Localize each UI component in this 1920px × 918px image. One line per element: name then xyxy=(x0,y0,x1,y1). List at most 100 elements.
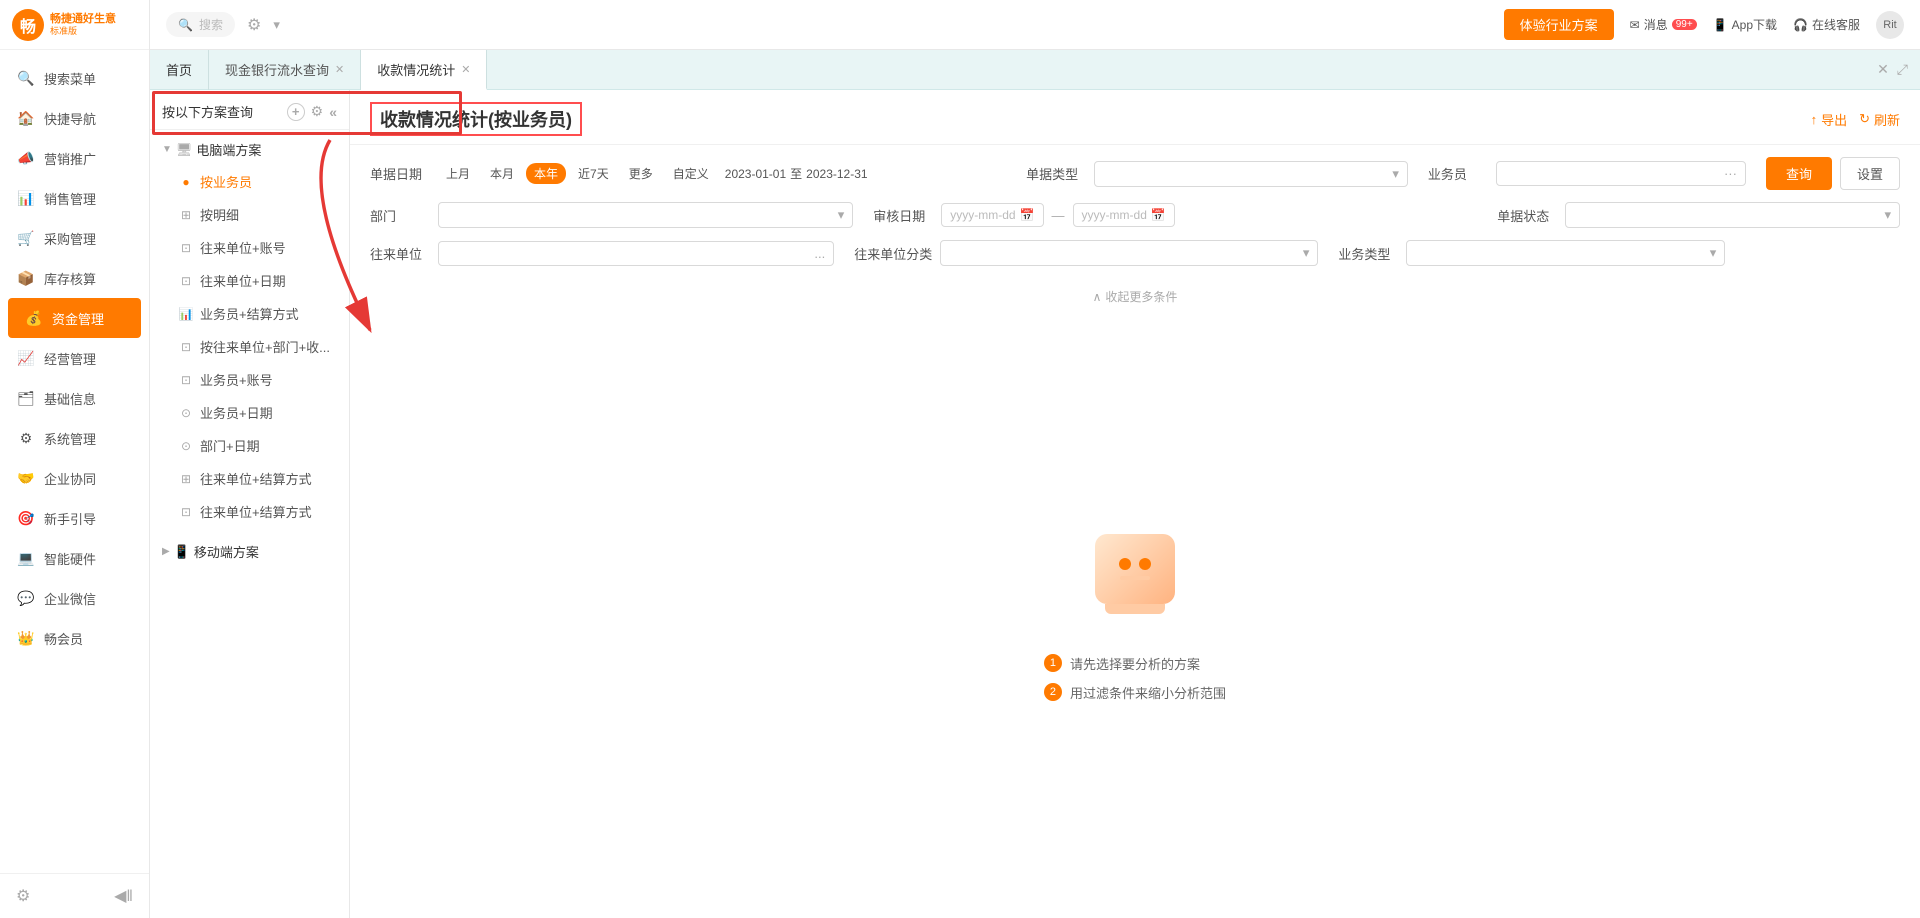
settings-button[interactable]: 设置 xyxy=(1840,157,1900,190)
sidebar-item-search-menu[interactable]: 🔍 搜索菜单 xyxy=(0,58,149,98)
scheme-item-partner-account[interactable]: ⊡ 往来单位+账号 xyxy=(150,231,349,264)
tab-collection-stat-close[interactable]: ✕ xyxy=(461,63,470,76)
sidebar-item-finance[interactable]: 💰 资金管理 xyxy=(8,298,141,338)
sp-account-icon: ⊡ xyxy=(178,372,194,388)
scheme-item-by-detail[interactable]: ⊞ 按明细 xyxy=(150,198,349,231)
scheme-item-salesperson-settle[interactable]: 📊 业务员+结算方式 xyxy=(150,297,349,330)
doc-status-select[interactable]: ▾ xyxy=(1565,202,1900,228)
ps2-icon: ⊡ xyxy=(178,504,194,520)
audit-date-from[interactable]: yyyy-mm-dd 📅 xyxy=(941,203,1043,227)
salesperson-more-icon[interactable]: ··· xyxy=(1724,166,1737,181)
partner-category-label: 往来单位分类 xyxy=(854,244,932,263)
sidebar-item-corp[interactable]: 🤝 企业协同 xyxy=(0,458,149,498)
date-tab-more[interactable]: 更多 xyxy=(621,163,661,184)
header-search[interactable]: 🔍 搜索 xyxy=(166,12,235,37)
scheme-header-label: 按以下方案查询 xyxy=(162,102,253,121)
header-settings-icon[interactable]: ⚙ xyxy=(247,15,261,35)
filter-salesperson: 业务员 ··· xyxy=(1428,161,1746,186)
robot-eyes xyxy=(1119,558,1151,570)
tab-maximize-icon[interactable]: ⤢ xyxy=(1897,61,1908,78)
date-tab-lastmonth[interactable]: 上月 xyxy=(438,163,478,184)
scheme-group-desktop-title[interactable]: ▼ 🖥 电脑端方案 xyxy=(150,134,349,165)
salesperson-settle-icon: 📊 xyxy=(178,306,194,322)
sidebar-item-guide[interactable]: 🎯 新手引导 xyxy=(0,498,149,538)
doc-type-select[interactable]: ▾ xyxy=(1094,161,1408,187)
date-tab-7days[interactable]: 近7天 xyxy=(570,163,617,184)
date-tab-thismonth[interactable]: 本月 xyxy=(482,163,522,184)
desktop-group-icon: 🖥 xyxy=(176,142,193,158)
trial-button[interactable]: 体验行业方案 xyxy=(1504,9,1614,40)
sidebar-item-sales[interactable]: 📊 销售管理 xyxy=(0,178,149,218)
refresh-button[interactable]: ↻ 刷新 xyxy=(1859,110,1900,129)
sidebar-item-wechat[interactable]: 💬 企业微信 xyxy=(0,578,149,618)
scheme-collapse-icon[interactable]: « xyxy=(329,104,337,120)
tab-bank-flow-close[interactable]: ✕ xyxy=(335,63,344,76)
tab-collection-stat[interactable]: 收款情况统计 ✕ xyxy=(361,50,487,90)
sidebar-item-member[interactable]: 👑 畅会员 xyxy=(0,618,149,658)
empty-illustration xyxy=(1075,534,1195,634)
tabs-bar: 首页 现金银行流水查询 ✕ 收款情况统计 ✕ ✕ ⤢ xyxy=(150,50,1920,90)
sidebar-logo: 畅 畅捷通好生意 标准版 xyxy=(0,0,149,50)
sidebar-item-hardware[interactable]: 💻 智能硬件 xyxy=(0,538,149,578)
audit-to-calendar-icon: 📅 xyxy=(1151,208,1166,222)
date-tab-custom[interactable]: 自定义 xyxy=(665,163,717,184)
service-icon: 🎧 xyxy=(1793,18,1808,32)
footer-settings-icon[interactable]: ⚙ xyxy=(16,886,30,906)
date-tab-thisyear[interactable]: 本年 xyxy=(526,163,566,184)
sidebar-item-quick-nav[interactable]: 🏠 快捷导航 xyxy=(0,98,149,138)
biz-type-select[interactable]: ▾ xyxy=(1406,240,1725,266)
sidebar-item-operation[interactable]: 📈 经营管理 xyxy=(0,338,149,378)
tip-num-2: 2 xyxy=(1044,683,1062,701)
scheme-item-partner-settle2[interactable]: ⊡ 往来单位+结算方式 xyxy=(150,495,349,528)
scheme-item-salesperson-date[interactable]: ⊙ 业务员+日期 xyxy=(150,396,349,429)
page-title-bar: 收款情况统计(按业务员) ↑ 导出 ↻ 刷新 xyxy=(350,90,1920,145)
sidebar-item-marketing[interactable]: 📣 营销推广 xyxy=(0,138,149,178)
scheme-header: 按以下方案查询 + ⚙ « xyxy=(150,90,349,130)
scheme-item-by-salesperson[interactable]: ● 按业务员 xyxy=(150,165,349,198)
tab-home[interactable]: 首页 xyxy=(150,50,209,90)
dept-select[interactable]: ▾ xyxy=(438,202,853,228)
sidebar-item-basic[interactable]: 🗂 基础信息 xyxy=(0,378,149,418)
sidebar-item-purchase[interactable]: 🛒 采购管理 xyxy=(0,218,149,258)
audit-date-to[interactable]: yyyy-mm-dd 📅 xyxy=(1073,203,1175,227)
scheme-item-partner-settle1[interactable]: ⊞ 往来单位+结算方式 xyxy=(150,462,349,495)
tip-text-2: 用过滤条件来缩小分析范围 xyxy=(1070,683,1226,702)
quick-nav-icon: 🏠 xyxy=(16,108,36,128)
partner-category-select[interactable]: ▾ xyxy=(940,240,1318,266)
logo-icon: 畅 xyxy=(12,9,44,41)
sidebar-item-inventory[interactable]: 📦 库存核算 xyxy=(0,258,149,298)
sidebar-footer: ⚙ ◀‖ xyxy=(0,873,149,918)
tab-close-all-icon[interactable]: ✕ xyxy=(1877,61,1889,78)
partner-select[interactable]: ... xyxy=(438,241,834,266)
scheme-item-salesperson-account[interactable]: ⊡ 业务员+账号 xyxy=(150,363,349,396)
partner-date-icon: ⊡ xyxy=(178,273,194,289)
member-icon: 👑 xyxy=(16,628,36,648)
collapse-icon: ∧ xyxy=(1093,290,1102,304)
mobile-group-icon: 📱 xyxy=(174,544,190,560)
scheme-settings-icon[interactable]: ⚙ xyxy=(311,103,324,120)
sidebar-item-system[interactable]: ⚙ 系统管理 xyxy=(0,418,149,458)
page-title: 收款情况统计(按业务员) xyxy=(370,102,582,136)
user-avatar[interactable]: Rit xyxy=(1876,11,1904,39)
scheme-item-partner-date[interactable]: ⊡ 往来单位+日期 xyxy=(150,264,349,297)
online-service-action[interactable]: 🎧 在线客服 xyxy=(1793,16,1860,33)
scheme-add-icon[interactable]: + xyxy=(287,103,305,121)
scheme-item-dept-date[interactable]: ⊙ 部门+日期 xyxy=(150,429,349,462)
tip-num-1: 1 xyxy=(1044,654,1062,672)
messages-action[interactable]: ✉ 消息 99+ xyxy=(1630,16,1697,33)
collapse-bar[interactable]: ∧ 收起更多条件 xyxy=(370,278,1900,315)
footer-collapse-icon[interactable]: ◀‖ xyxy=(114,886,133,906)
export-button[interactable]: ↑ 导出 xyxy=(1811,110,1848,129)
scheme-group-mobile-title[interactable]: ▶ 📱 移动端方案 xyxy=(150,536,349,567)
app-download-action[interactable]: 📱 App下载 xyxy=(1713,16,1777,33)
doc-status-label: 单据状态 xyxy=(1497,206,1557,225)
finance-icon: 💰 xyxy=(24,308,44,328)
salesperson-select[interactable]: ··· xyxy=(1496,161,1746,186)
query-button[interactable]: 查询 xyxy=(1766,157,1832,190)
scheme-item-partner-dept-collect[interactable]: ⊡ 按往来单位+部门+收... xyxy=(150,330,349,363)
content-area: 按以下方案查询 + ⚙ « ▼ 🖥 电脑端方案 ● xyxy=(150,90,1920,918)
header-dropdown-icon[interactable]: ▾ xyxy=(273,17,280,33)
tab-bank-flow[interactable]: 现金银行流水查询 ✕ xyxy=(209,50,361,90)
partner-more-icon[interactable]: ... xyxy=(814,246,825,261)
sp-date-icon: ⊙ xyxy=(178,405,194,421)
